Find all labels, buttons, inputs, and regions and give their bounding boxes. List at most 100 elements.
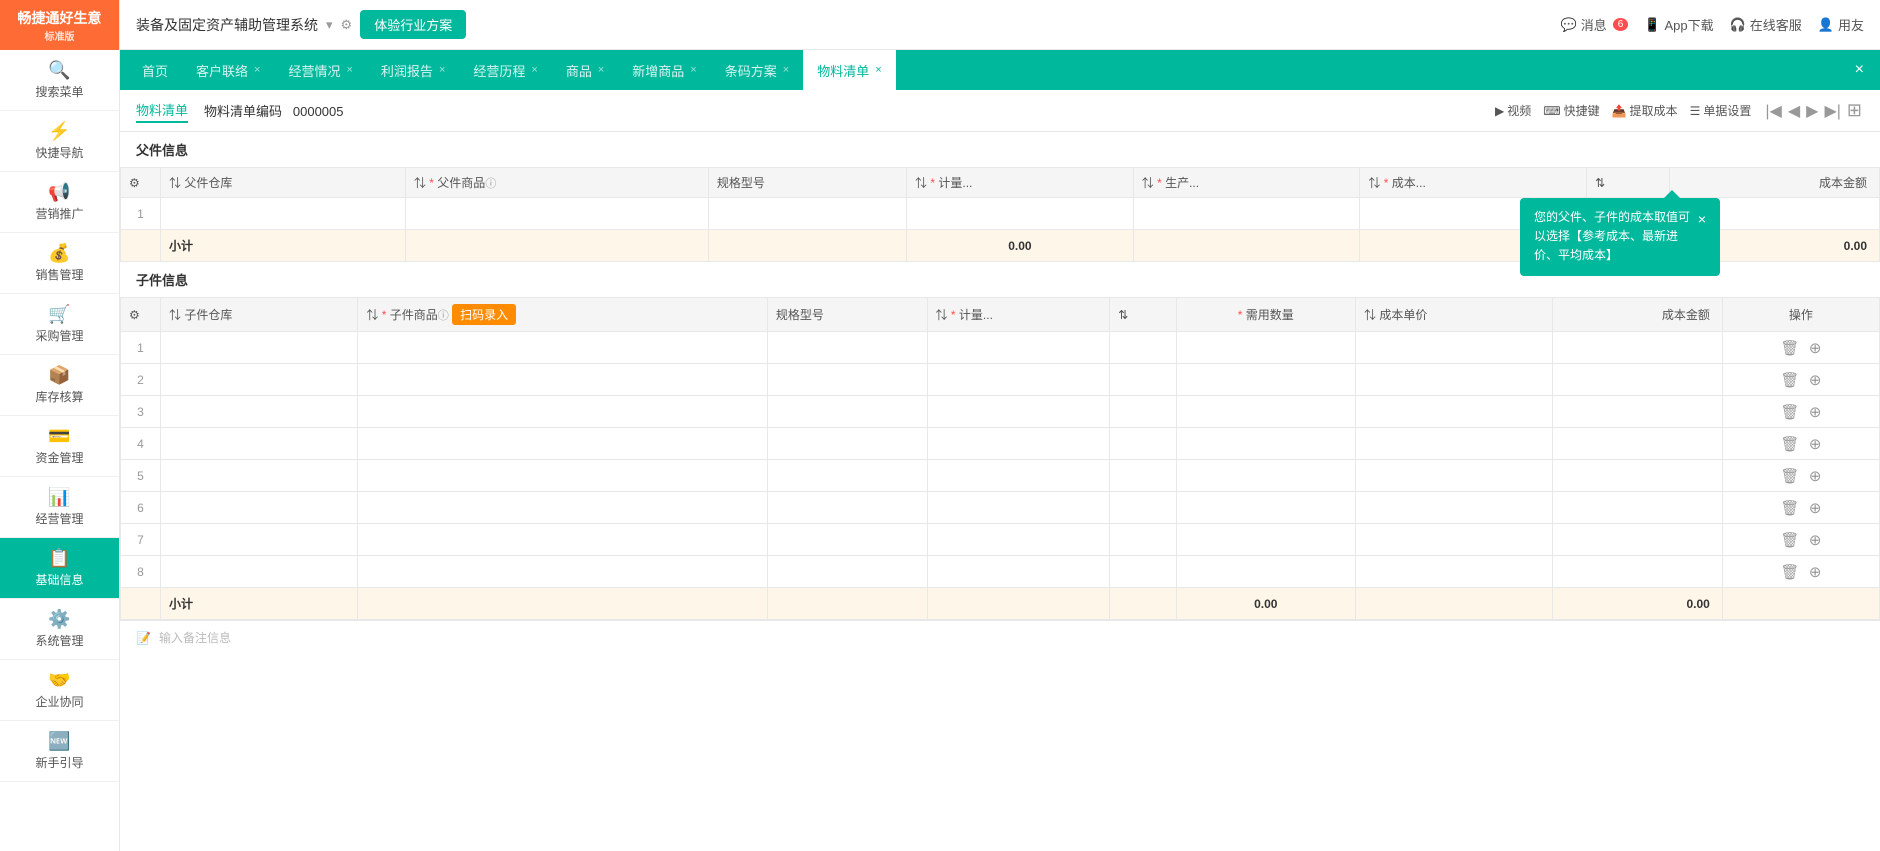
trial-button[interactable]: 体验行业方案	[360, 10, 466, 39]
nav-tab-home[interactable]: 首页	[128, 50, 182, 90]
sidebar-item-guide[interactable]: 🆕新手引导	[0, 721, 119, 782]
child-unit-cell-4[interactable]	[927, 428, 1110, 460]
child-cost-price-cell-8[interactable]	[1355, 556, 1552, 588]
delete-button-8[interactable]: 🗑	[1780, 564, 1799, 581]
child-cost-price-cell-1[interactable]	[1355, 332, 1552, 364]
sidebar-item-cooperation[interactable]: 🤝企业协同	[0, 660, 119, 721]
copy-button-5[interactable]: ⊕	[1809, 468, 1822, 485]
app-download-button[interactable]: 📱 App下载	[1644, 15, 1713, 34]
sidebar-item-marketing[interactable]: 📢营销推广	[0, 172, 119, 233]
expand-icon[interactable]: ⊞	[1845, 100, 1864, 121]
child-cost-price-cell-2[interactable]	[1355, 364, 1552, 396]
child-warehouse-cell-2[interactable]	[161, 364, 358, 396]
child-spec-cell-8[interactable]	[767, 556, 927, 588]
sub-tab-bom-list[interactable]: 物料清单	[136, 98, 188, 123]
sidebar-item-search[interactable]: 🔍搜索菜单	[0, 50, 119, 111]
delete-button-7[interactable]: 🗑	[1780, 532, 1799, 549]
child-qty-cell-3[interactable]	[1176, 396, 1355, 428]
child-goods-cell-6[interactable]	[358, 492, 768, 524]
nav-next-icon[interactable]: ▶	[1804, 101, 1820, 121]
user-button[interactable]: 👤 用友	[1818, 15, 1864, 34]
child-unit-cell-7[interactable]	[927, 524, 1110, 556]
child-unit-cell-1[interactable]	[927, 332, 1110, 364]
copy-button-8[interactable]: ⊕	[1809, 564, 1822, 581]
sort-icon2[interactable]: ⇅	[414, 176, 426, 190]
nav-tab-operation_status[interactable]: 经营情况×	[274, 50, 366, 90]
delete-button-6[interactable]: 🗑	[1780, 500, 1799, 517]
child-cost-price-cell-6[interactable]	[1355, 492, 1552, 524]
parent-warehouse-cell[interactable]	[161, 198, 406, 230]
system-dropdown-icon[interactable]: ▾	[326, 17, 333, 33]
note-placeholder[interactable]: 输入备注信息	[159, 629, 231, 646]
child-sort1[interactable]: ⇅	[169, 308, 181, 322]
child-spec-cell-4[interactable]	[767, 428, 927, 460]
sort-icon6[interactable]: ⇅	[1595, 176, 1605, 190]
message-button[interactable]: 💬 消息 6	[1561, 15, 1629, 34]
nav-tab-close-new_goods[interactable]: ×	[690, 64, 696, 76]
nav-tab-bom[interactable]: 物料清单×	[803, 50, 895, 90]
child-goods-cell-2[interactable]	[358, 364, 768, 396]
child-cost-price-cell-7[interactable]	[1355, 524, 1552, 556]
sort-icon[interactable]: ⇅	[169, 176, 181, 190]
child-sort3[interactable]: ⇅	[936, 308, 948, 322]
child-unit-cell-3[interactable]	[927, 396, 1110, 428]
delete-button-3[interactable]: 🗑	[1780, 404, 1799, 421]
sidebar-item-system[interactable]: ⚙️系统管理	[0, 599, 119, 660]
delete-button-4[interactable]: 🗑	[1780, 436, 1799, 453]
child-spec-cell-3[interactable]	[767, 396, 927, 428]
child-warehouse-cell-1[interactable]	[161, 332, 358, 364]
nav-prev-icon[interactable]: ◀	[1786, 101, 1802, 121]
child-spec-cell-1[interactable]	[767, 332, 927, 364]
nav-first-icon[interactable]: |◀	[1763, 101, 1783, 121]
child-goods-cell-1[interactable]	[358, 332, 768, 364]
child-unit-cell-2[interactable]	[927, 364, 1110, 396]
child-warehouse-cell-6[interactable]	[161, 492, 358, 524]
sidebar-item-purchase[interactable]: 🛒采购管理	[0, 294, 119, 355]
nav-tab-goods[interactable]: 商品×	[552, 50, 618, 90]
sidebar-item-operation[interactable]: 📊经营管理	[0, 477, 119, 538]
child-unit-cell-6[interactable]	[927, 492, 1110, 524]
nav-tab-customer[interactable]: 客户联络×	[182, 50, 274, 90]
nav-tab-profit[interactable]: 利润报告×	[367, 50, 459, 90]
shortcut-button[interactable]: ⌨ 快捷键	[1543, 102, 1599, 119]
child-spec-cell-2[interactable]	[767, 364, 927, 396]
nav-tab-barcode[interactable]: 条码方案×	[711, 50, 803, 90]
child-cost-price-cell-3[interactable]	[1355, 396, 1552, 428]
view-button[interactable]: ▶ 视频	[1495, 102, 1531, 119]
child-cost-price-cell-4[interactable]	[1355, 428, 1552, 460]
online-service-button[interactable]: 🎧 在线客服	[1730, 15, 1802, 34]
nav-close-all-button[interactable]: ×	[1847, 61, 1872, 79]
child-goods-cell-3[interactable]	[358, 396, 768, 428]
scan-button[interactable]: 扫码录入	[452, 304, 516, 325]
child-qty-cell-2[interactable]	[1176, 364, 1355, 396]
child-qty-cell-6[interactable]	[1176, 492, 1355, 524]
nav-tab-new_goods[interactable]: 新增商品×	[618, 50, 710, 90]
parent-spec-cell[interactable]	[708, 198, 906, 230]
sort-icon4[interactable]: ⇅	[1142, 176, 1154, 190]
sidebar-item-finance[interactable]: 💳资金管理	[0, 416, 119, 477]
child-qty-cell-8[interactable]	[1176, 556, 1355, 588]
child-warehouse-cell-5[interactable]	[161, 460, 358, 492]
child-qty-cell-1[interactable]	[1176, 332, 1355, 364]
nav-tab-close-bom[interactable]: ×	[875, 64, 881, 76]
delete-button-1[interactable]: 🗑	[1780, 340, 1799, 357]
copy-button-4[interactable]: ⊕	[1809, 436, 1822, 453]
sidebar-item-quicknav[interactable]: ⚡快捷导航	[0, 111, 119, 172]
sort-icon5[interactable]: ⇅	[1368, 176, 1380, 190]
sidebar-item-inventory[interactable]: 📦库存核算	[0, 355, 119, 416]
delete-button-5[interactable]: 🗑	[1780, 468, 1799, 485]
child-spec-cell-6[interactable]	[767, 492, 927, 524]
child-qty-cell-7[interactable]	[1176, 524, 1355, 556]
copy-button-3[interactable]: ⊕	[1809, 404, 1822, 421]
parent-goods-cell[interactable]	[405, 198, 708, 230]
nav-tab-history[interactable]: 经营历程×	[459, 50, 551, 90]
nav-tab-close-customer[interactable]: ×	[254, 64, 260, 76]
nav-tab-close-goods[interactable]: ×	[598, 64, 604, 76]
child-warehouse-cell-3[interactable]	[161, 396, 358, 428]
nav-tab-close-barcode[interactable]: ×	[783, 64, 789, 76]
delete-button-2[interactable]: 🗑	[1780, 372, 1799, 389]
extract-cost-button[interactable]: 📤 提取成本	[1612, 102, 1678, 119]
parent-gear-col[interactable]: ⚙	[121, 168, 161, 198]
child-warehouse-cell-4[interactable]	[161, 428, 358, 460]
copy-button-1[interactable]: ⊕	[1809, 340, 1822, 357]
